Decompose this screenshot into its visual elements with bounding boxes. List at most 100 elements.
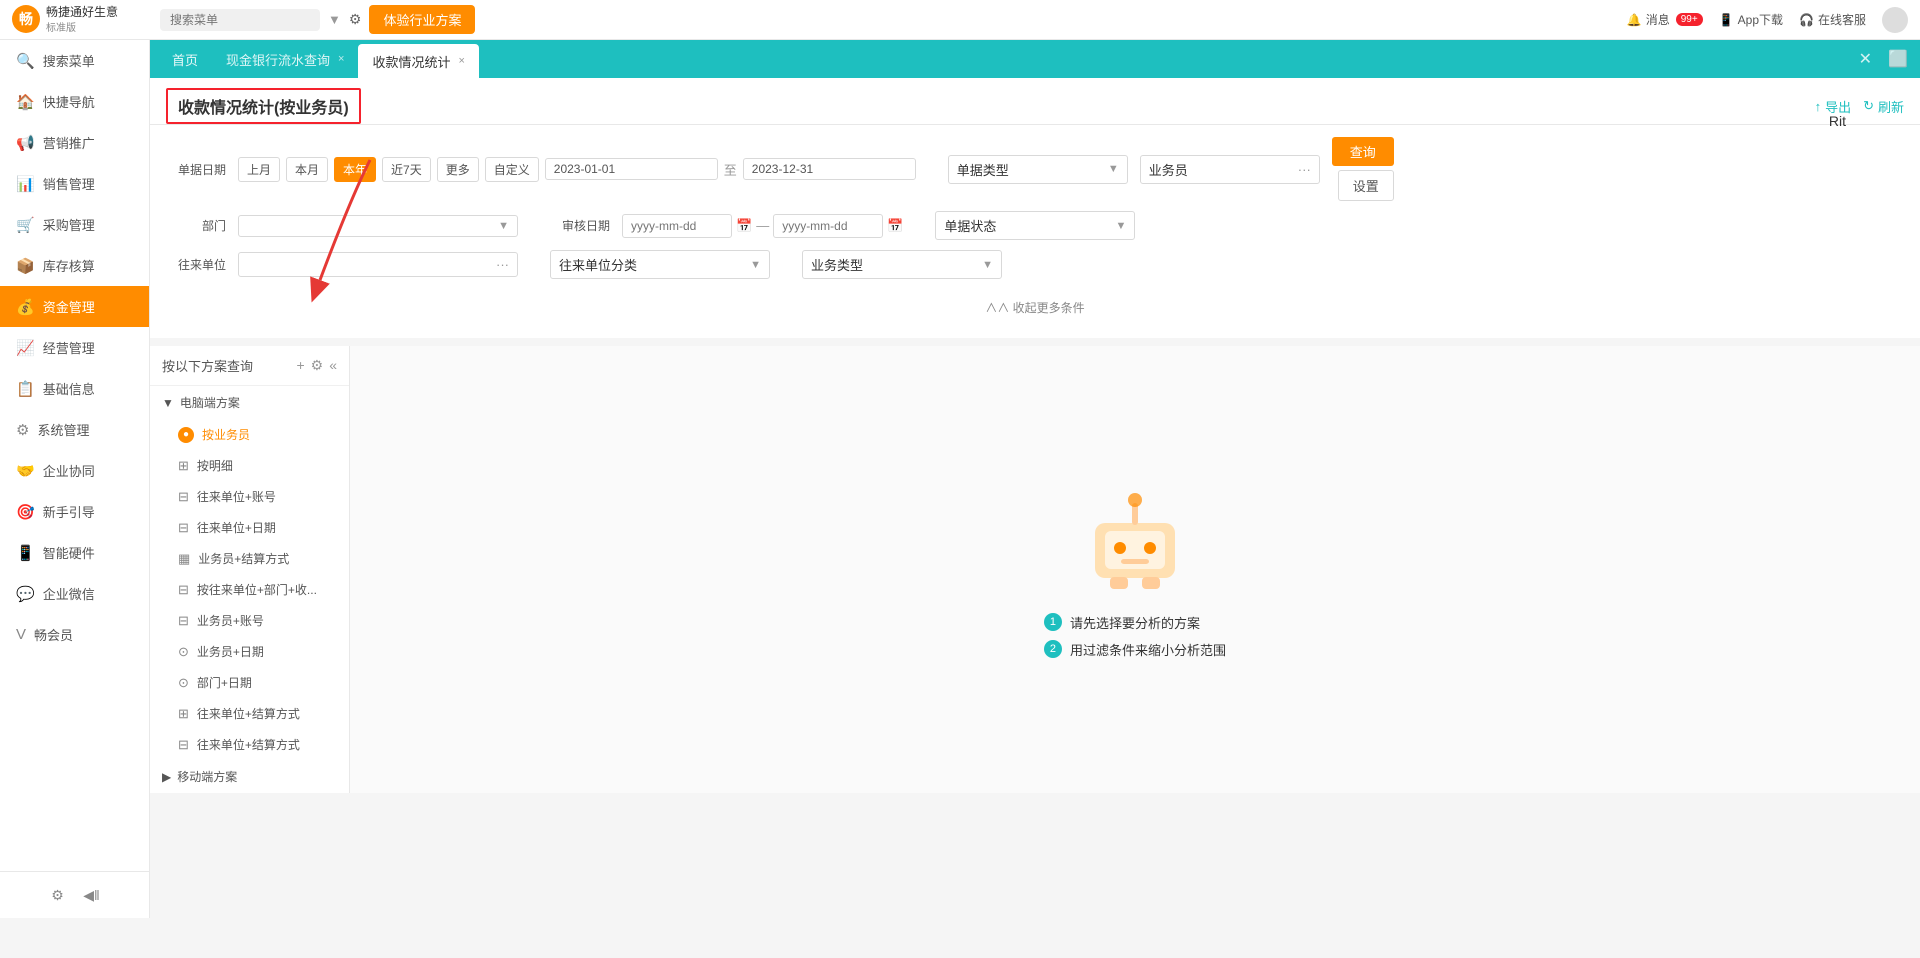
date-btn-this-year[interactable]: 本年 (334, 157, 376, 182)
sidebar-collapse-btn[interactable]: ◀‖ (77, 880, 107, 910)
tab-home[interactable]: 首页 (158, 40, 212, 78)
staff-more-icon: ··· (1298, 162, 1311, 177)
scheme-item-2[interactable]: ⊟ 往来单位+账号 (150, 481, 349, 512)
scheme-item-3[interactable]: ⊟ 往来单位+日期 (150, 512, 349, 543)
search-icon: 🔍 (16, 52, 35, 70)
top-nav: ▼ ⚙ 体验行业方案 (160, 5, 1627, 34)
page-content: 收款情况统计(按业务员) ↑ 导出 ↻ 刷新 单据日期 (150, 78, 1920, 918)
sidebar-label-collab: 企业协同 (43, 461, 95, 480)
sidebar-item-hardware[interactable]: 📱 智能硬件 (0, 532, 149, 573)
partner-category-dropdown-icon: ▼ (750, 259, 761, 271)
sidebar-item-finance[interactable]: 💰 资金管理 (0, 286, 149, 327)
sidebar-item-member[interactable]: V 畅会员 (0, 614, 149, 655)
scheme-item-7[interactable]: ⊙ 业务员+日期 (150, 636, 349, 667)
settings-icon[interactable]: ⚙ (349, 11, 362, 28)
scheme-collapse-btn[interactable]: « (329, 357, 337, 374)
scheme-item-5[interactable]: ⊟ 按往来单位+部门+收... (150, 574, 349, 605)
audit-end-calendar-icon[interactable]: 📅 (887, 218, 903, 234)
scheme-item-label-0: 按业务员 (202, 426, 250, 443)
sidebar-item-basic[interactable]: 📋 基础信息 (0, 368, 149, 409)
partner-more-icon: ··· (496, 257, 509, 272)
settings-btn[interactable]: 设置 (1338, 170, 1394, 201)
date-start-input[interactable] (545, 158, 718, 180)
tab-receivable[interactable]: 收款情况统计 × (358, 44, 478, 78)
tab-receivable-close[interactable]: × (458, 55, 464, 67)
scheme-item-10[interactable]: ⊟ 往来单位+结算方式 (150, 729, 349, 760)
robot-illustration (1075, 473, 1195, 593)
sidebar-bottom: ⚙ ◀‖ (0, 871, 149, 918)
refresh-btn[interactable]: ↻ 刷新 (1863, 97, 1904, 116)
sidebar-item-quicknav[interactable]: 🏠 快捷导航 (0, 81, 149, 122)
scheme-item-8[interactable]: ⊙ 部门+日期 (150, 667, 349, 698)
page-title: 收款情况统计(按业务员) (166, 88, 361, 124)
sidebar-item-wechat[interactable]: 💬 企业微信 (0, 573, 149, 614)
dept-select[interactable]: ▼ (238, 215, 518, 237)
sidebar-item-sales[interactable]: 📊 销售管理 (0, 163, 149, 204)
date-btn-last-month[interactable]: 上月 (238, 157, 280, 182)
sidebar-item-system[interactable]: ⚙ 系统管理 (0, 409, 149, 450)
online-service-btn[interactable]: 🎧 在线客服 (1799, 11, 1866, 28)
sidebar-item-marketing[interactable]: 📢 营销推广 (0, 122, 149, 163)
sidebar-label-quicknav: 快捷导航 (43, 92, 95, 111)
nav-dropdown-arrow[interactable]: ▼ (328, 12, 341, 27)
scheme-group-mobile-arrow: ▶ (162, 770, 171, 784)
sidebar-item-guide[interactable]: 🎯 新手引导 (0, 491, 149, 532)
sidebar-item-purchase[interactable]: 🛒 采购管理 (0, 204, 149, 245)
audit-end-input[interactable] (773, 214, 883, 238)
date-end-input[interactable] (743, 158, 916, 180)
scheme-add-btn[interactable]: + (296, 357, 304, 374)
scheme-panel: 按以下方案查询 + ⚙ « ▼ 电脑端方案 ● (150, 346, 350, 793)
status-select[interactable]: 单据状态 ▼ (935, 211, 1135, 240)
biz-type-select[interactable]: 业务类型 ▼ (802, 250, 1002, 279)
partner-category-select[interactable]: 往来单位分类 ▼ (550, 250, 770, 279)
staff-select[interactable]: 业务员 ··· (1140, 155, 1320, 184)
marketing-icon: 📢 (16, 134, 35, 152)
search-menu-input[interactable] (160, 9, 320, 31)
operations-icon: 📈 (16, 339, 35, 357)
category-label: 单据类型 (957, 160, 1009, 179)
sidebar-item-collab[interactable]: 🤝 企业协同 (0, 450, 149, 491)
scheme-item-0[interactable]: ● 按业务员 (150, 419, 349, 450)
scheme-item-label-3: 往来单位+日期 (197, 519, 276, 536)
category-select[interactable]: 单据类型 ▼ (948, 155, 1128, 184)
sidebar-label-system: 系统管理 (37, 420, 89, 439)
sidebar-settings-btn[interactable]: ⚙ (43, 880, 73, 910)
scheme-panel-title: 按以下方案查询 (162, 356, 253, 375)
partner-input[interactable]: ··· (238, 252, 518, 277)
tab-close-all-btn[interactable]: ✕ (1855, 45, 1876, 73)
user-info[interactable]: Rit (1882, 7, 1908, 33)
scheme-group-desktop[interactable]: ▼ 电脑端方案 (150, 386, 349, 419)
scheme-item-4[interactable]: ▦ 业务员+结算方式 (150, 543, 349, 574)
tab-maximize-btn[interactable]: ⬜ (1884, 45, 1912, 73)
trial-button[interactable]: 体验行业方案 (369, 5, 475, 34)
tab-cashflow-close[interactable]: × (338, 53, 344, 65)
collapse-conditions-btn[interactable]: ∧∧ 收起更多条件 (166, 289, 1904, 326)
audit-start-calendar-icon[interactable]: 📅 (736, 218, 752, 234)
scheme-group-mobile[interactable]: ▶ 移动端方案 (150, 760, 349, 793)
sidebar-item-operations[interactable]: 📈 经营管理 (0, 327, 149, 368)
date-btn-this-month[interactable]: 本月 (286, 157, 328, 182)
logo: 畅 畅捷通好生意 标准版 (12, 5, 160, 34)
scheme-item-icon-7: ⊙ (178, 644, 189, 660)
tab-cashflow[interactable]: 现金银行流水查询 × (212, 40, 358, 78)
audit-start-input[interactable] (622, 214, 732, 238)
action-btns: 查询 设置 (1332, 137, 1394, 201)
date-btn-custom[interactable]: 自定义 (485, 157, 539, 182)
scheme-item-9[interactable]: ⊞ 往来单位+结算方式 (150, 698, 349, 729)
date-btn-7days[interactable]: 近7天 (382, 157, 431, 182)
messages-btn[interactable]: 🔔 消息 99+ (1627, 11, 1703, 28)
audit-label: 审核日期 (550, 217, 610, 234)
refresh-label: 刷新 (1878, 97, 1904, 116)
sidebar-item-inventory[interactable]: 📦 库存核算 (0, 245, 149, 286)
app-download-btn[interactable]: 📱 App下载 (1719, 11, 1783, 28)
content-area: 首页 现金银行流水查询 × 收款情况统计 × ✕ ⬜ 收款情况统计(按业务员) (150, 40, 1920, 918)
scheme-settings-btn[interactable]: ⚙ (311, 357, 324, 374)
query-btn[interactable]: 查询 (1332, 137, 1394, 166)
tip-text-2: 用过滤条件来缩小分析范围 (1070, 640, 1226, 659)
sidebar: 🔍 搜索菜单 🏠 快捷导航 📢 营销推广 📊 销售管理 🛒 采购管理 📦 库存核… (0, 40, 150, 918)
scheme-item-6[interactable]: ⊟ 业务员+账号 (150, 605, 349, 636)
date-btn-more[interactable]: 更多 (437, 157, 479, 182)
sidebar-label-finance: 资金管理 (43, 297, 95, 316)
sidebar-item-search[interactable]: 🔍 搜索菜单 (0, 40, 149, 81)
scheme-item-1[interactable]: ⊞ 按明细 (150, 450, 349, 481)
